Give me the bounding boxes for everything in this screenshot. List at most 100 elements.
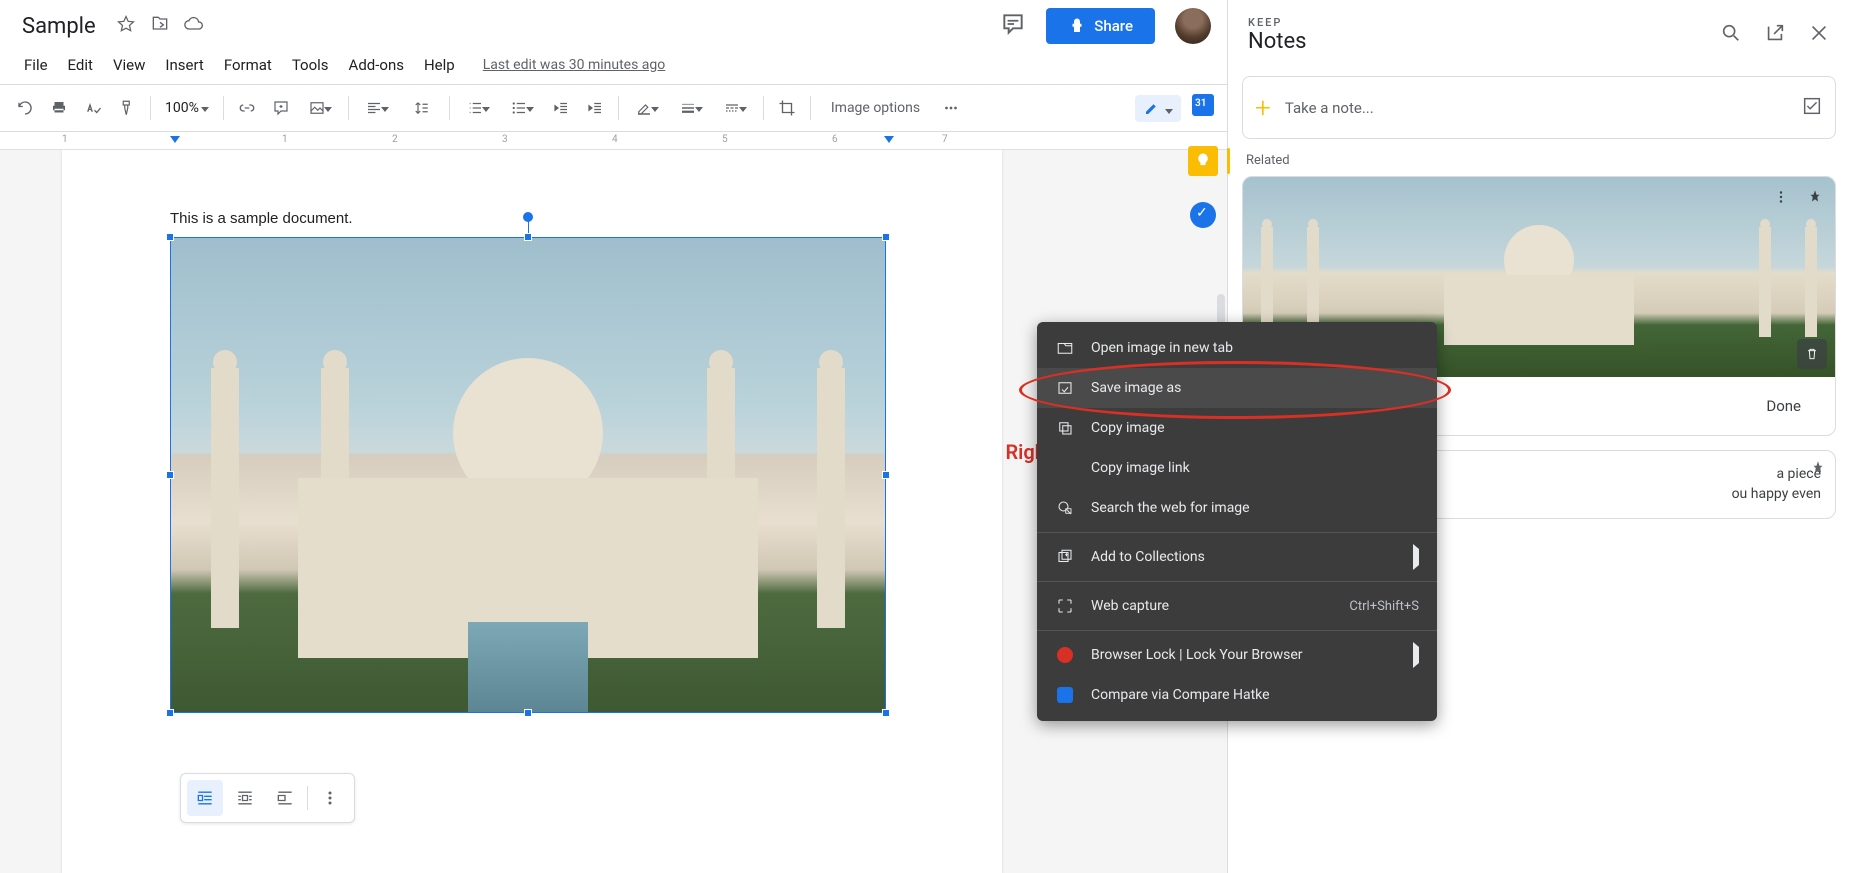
menu-format[interactable]: Format xyxy=(216,52,280,78)
save-icon xyxy=(1055,378,1075,398)
resize-handle-tm[interactable] xyxy=(524,233,532,241)
share-button[interactable]: Share xyxy=(1046,8,1155,44)
menu-addons[interactable]: Add-ons xyxy=(341,52,412,78)
image-more-button[interactable] xyxy=(312,780,348,816)
increase-indent-button[interactable] xyxy=(580,93,610,123)
align-button[interactable] xyxy=(357,93,397,123)
zoom-select[interactable]: 100% xyxy=(159,96,215,120)
wrap-inline-button[interactable] xyxy=(187,780,223,816)
share-label: Share xyxy=(1094,17,1133,35)
resize-handle-mr[interactable] xyxy=(882,471,890,479)
compare-icon xyxy=(1055,685,1075,705)
ctx-label: Browser Lock | Lock Your Browser xyxy=(1091,647,1303,663)
ctx-save-image-as[interactable]: Save image as xyxy=(1037,368,1437,408)
menu-view[interactable]: View xyxy=(105,52,153,78)
done-button[interactable]: Done xyxy=(1744,389,1823,423)
take-note-input[interactable]: + Take a note... xyxy=(1242,76,1836,139)
undo-button[interactable] xyxy=(10,93,40,123)
lock-icon xyxy=(1055,645,1075,665)
paint-format-button[interactable] xyxy=(112,93,142,123)
menu-edit[interactable]: Edit xyxy=(60,52,101,78)
line-spacing-button[interactable] xyxy=(401,93,441,123)
cloud-status-icon[interactable] xyxy=(184,14,204,38)
account-avatar[interactable] xyxy=(1175,8,1211,44)
delete-image-button[interactable] xyxy=(1797,339,1827,369)
resize-handle-tl[interactable] xyxy=(166,233,174,241)
selected-image[interactable] xyxy=(170,237,886,713)
ctx-copy-image[interactable]: Copy image xyxy=(1037,408,1437,448)
more-vert-icon[interactable] xyxy=(1767,183,1795,211)
search-web-icon xyxy=(1055,498,1075,518)
tasks-rail-icon[interactable] xyxy=(1190,202,1216,228)
ctx-label: Add to Collections xyxy=(1091,549,1205,565)
more-button[interactable] xyxy=(936,93,966,123)
menu-file[interactable]: File xyxy=(16,52,56,78)
print-button[interactable] xyxy=(44,93,74,123)
plus-icon: + xyxy=(1255,91,1271,124)
resize-handle-bl[interactable] xyxy=(166,709,174,717)
insert-image-button[interactable] xyxy=(300,93,340,123)
zoom-value: 100% xyxy=(165,100,199,116)
menu-help[interactable]: Help xyxy=(416,52,463,78)
star-icon[interactable] xyxy=(116,14,136,38)
open-in-new-icon[interactable] xyxy=(1764,22,1786,48)
image-options-button[interactable]: Image options xyxy=(819,96,932,120)
move-icon[interactable] xyxy=(150,14,170,38)
ruler-num: 1 xyxy=(282,134,288,145)
last-edit-link[interactable]: Last edit was 30 minutes ago xyxy=(483,57,666,73)
checkbox-icon[interactable] xyxy=(1801,95,1823,121)
pin-icon[interactable] xyxy=(1801,183,1829,211)
ctx-label: Copy image xyxy=(1091,420,1165,436)
document-title[interactable]: Sample xyxy=(16,12,102,41)
close-icon[interactable] xyxy=(1808,22,1830,48)
border-dash-button[interactable] xyxy=(715,93,755,123)
ctx-open-new-tab[interactable]: Open image in new tab xyxy=(1037,328,1437,368)
resize-handle-ml[interactable] xyxy=(166,471,174,479)
document-page[interactable]: This is a sample document. xyxy=(62,150,1002,873)
border-weight-button[interactable] xyxy=(671,93,711,123)
left-indent-marker[interactable] xyxy=(170,136,180,143)
ctx-copy-image-link[interactable]: Copy image link xyxy=(1037,448,1437,488)
image-content xyxy=(171,238,885,712)
ruler-num: 6 xyxy=(832,134,838,145)
comment-button[interactable] xyxy=(266,93,296,123)
ruler-num: 2 xyxy=(392,134,398,145)
rotate-handle[interactable] xyxy=(523,212,533,222)
menu-insert[interactable]: Insert xyxy=(157,52,211,78)
ctx-browser-lock[interactable]: Browser Lock | Lock Your Browser xyxy=(1037,635,1437,675)
resize-handle-bm[interactable] xyxy=(524,709,532,717)
bulleted-list-button[interactable] xyxy=(502,93,542,123)
crop-button[interactable] xyxy=(772,93,802,123)
ctx-search-web[interactable]: Search the web for image xyxy=(1037,488,1437,528)
ruler-num: 5 xyxy=(722,134,728,145)
ctx-compare-hatke[interactable]: Compare via Compare Hatke xyxy=(1037,675,1437,715)
calendar-rail-icon[interactable] xyxy=(1188,90,1218,120)
decrease-indent-button[interactable] xyxy=(546,93,576,123)
spellcheck-button[interactable] xyxy=(78,93,108,123)
copy-image-icon xyxy=(1055,418,1075,438)
resize-handle-tr[interactable] xyxy=(882,233,890,241)
resize-handle-br[interactable] xyxy=(882,709,890,717)
ctx-label: Search the web for image xyxy=(1091,500,1250,516)
capture-icon xyxy=(1055,596,1075,616)
wrap-text-button[interactable] xyxy=(227,780,263,816)
tab-icon xyxy=(1055,338,1075,358)
menu-tools[interactable]: Tools xyxy=(284,52,337,78)
keep-title: Notes xyxy=(1248,29,1306,54)
border-color-button[interactable] xyxy=(627,93,667,123)
numbered-list-button[interactable] xyxy=(458,93,498,123)
keep-rail-icon[interactable] xyxy=(1188,146,1218,176)
ctx-label: Open image in new tab xyxy=(1091,340,1233,356)
image-wrap-toolbar xyxy=(180,773,355,823)
ctx-add-collections[interactable]: Add to Collections xyxy=(1037,537,1437,577)
comments-icon[interactable] xyxy=(1000,11,1026,41)
search-icon[interactable] xyxy=(1720,22,1742,48)
ruler-num: 4 xyxy=(612,134,618,145)
ruler[interactable]: 1 1 2 3 4 5 6 7 xyxy=(0,132,1227,150)
ctx-web-capture[interactable]: Web capture Ctrl+Shift+S xyxy=(1037,586,1437,626)
link-button[interactable] xyxy=(232,93,262,123)
wrap-break-button[interactable] xyxy=(267,780,303,816)
pin-icon[interactable] xyxy=(1809,459,1827,484)
right-indent-marker[interactable] xyxy=(884,136,894,143)
editing-mode-button[interactable] xyxy=(1135,95,1181,122)
